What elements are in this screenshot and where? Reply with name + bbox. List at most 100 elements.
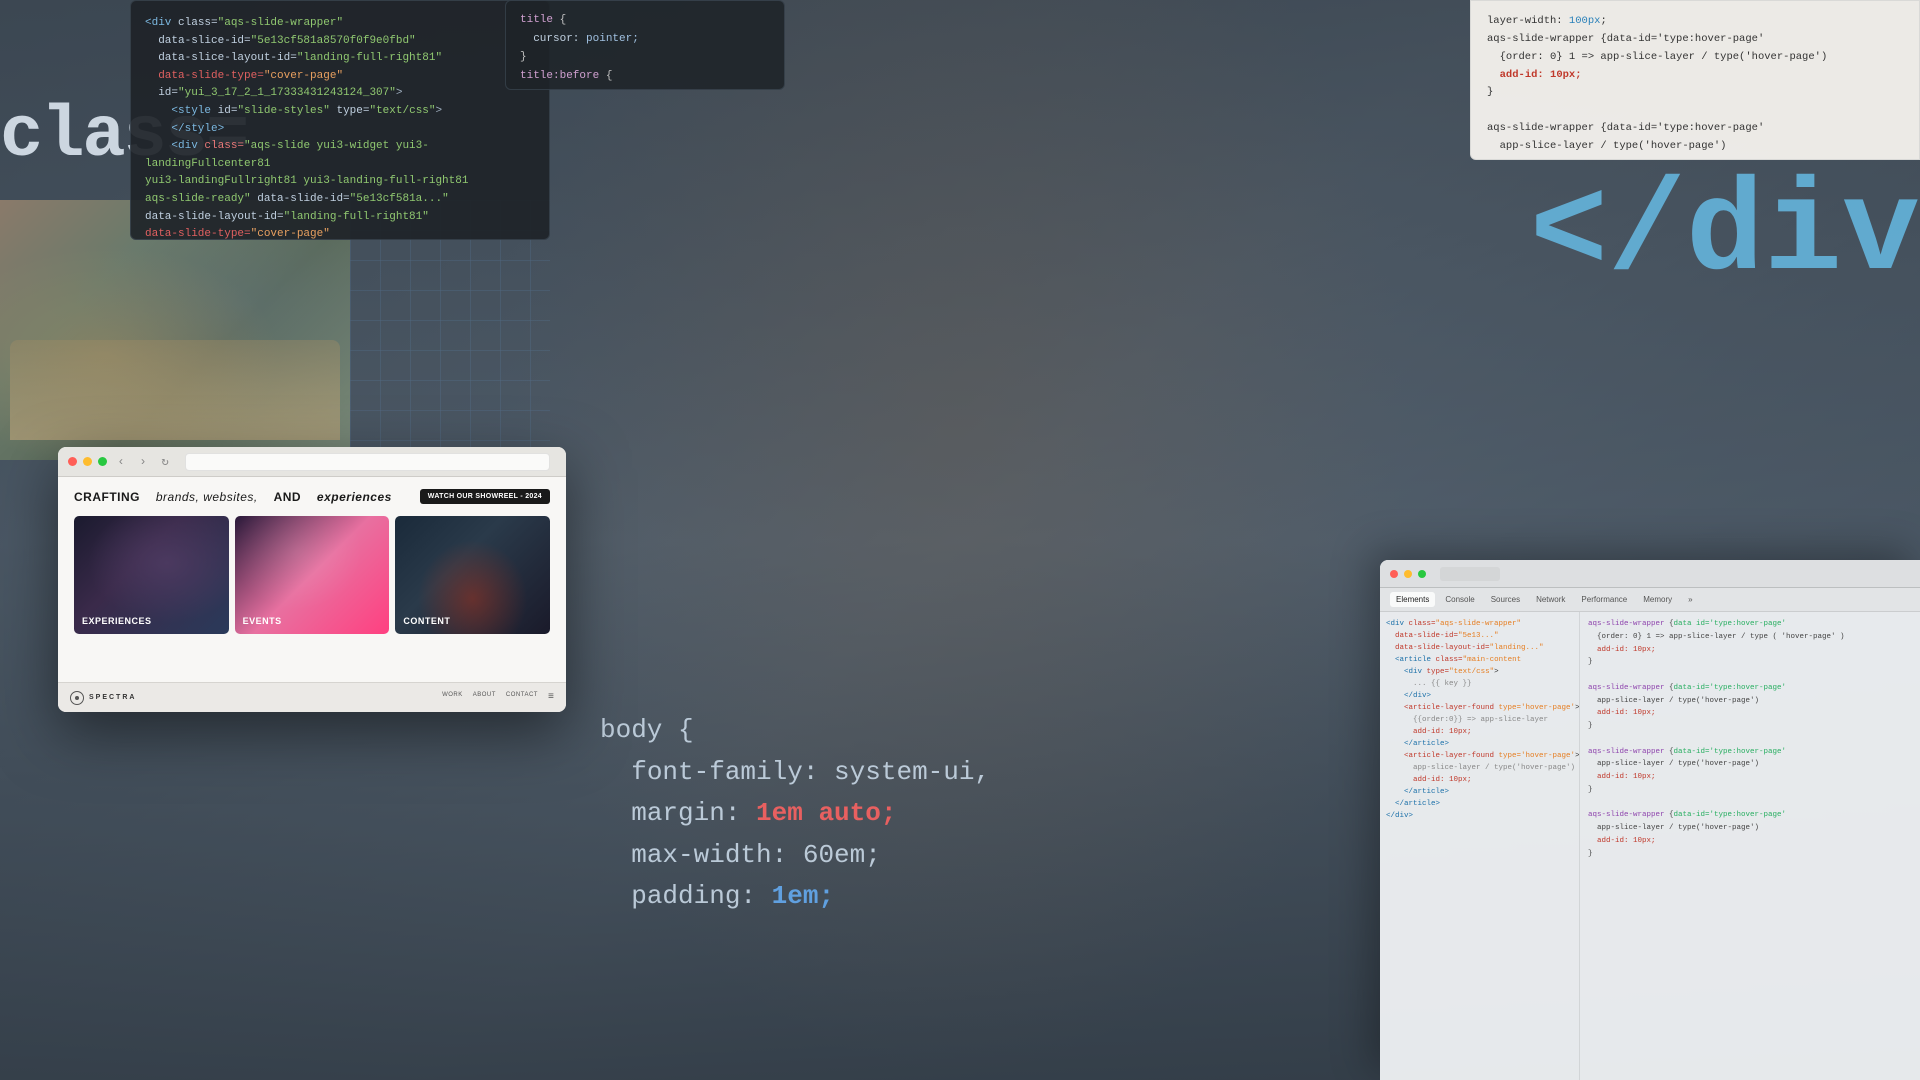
tr-line-1: layer-width: 100px; — [1487, 13, 1903, 31]
dt-line-14: add-id: 10px; — [1386, 774, 1573, 786]
code-line-6: <style id="slide-styles" type="text/css"… — [145, 103, 535, 121]
footer-nav-contact[interactable]: CONTACT — [506, 692, 538, 703]
browser-chrome: ‹ › ↻ — [58, 447, 566, 477]
dr-line-5 — [1588, 669, 1912, 682]
dr-line-17: app-slice-layer / type('hover-page') — [1588, 822, 1912, 835]
dt-line-13: app-slice-layer / type('hover-page') — [1386, 762, 1573, 774]
css-line-1: title { — [520, 11, 770, 30]
card-experiences[interactable]: EXPERIENCES — [74, 516, 229, 634]
code-line-7: </style> — [145, 121, 535, 139]
devtools-tab-elements[interactable]: Elements — [1390, 592, 1435, 607]
devtools-dot-green[interactable] — [1418, 570, 1426, 578]
dt-line-1: <div class="aqs-slide-wrapper" — [1386, 618, 1573, 630]
code-line-9: yui3-landingFullright81 yui3-landing-ful… — [145, 173, 535, 191]
css-bottom-font-family: font-family: system-ui, — [600, 752, 1120, 794]
devtools-tab-console[interactable]: Console — [1439, 592, 1480, 607]
css-bottom-selector: body { — [600, 710, 1120, 752]
dt-line-10: add-id: 10px; — [1386, 726, 1573, 738]
dr-line-18: add-id: 10px; — [1588, 835, 1912, 848]
code-line-4: data-slide-type="cover-page" — [145, 68, 535, 86]
dt-line-7: </div> — [1386, 690, 1573, 702]
browser-forward-button[interactable]: › — [135, 454, 151, 470]
dt-line-6: ... {{ key }} — [1386, 678, 1573, 690]
code-line-3: data-slice-layout-id="landing-full-right… — [145, 50, 535, 68]
devtools-addressbar[interactable] — [1440, 567, 1500, 581]
tr-line-5: } — [1487, 84, 1903, 102]
tagline-and: AND — [274, 490, 302, 504]
code-line-1: <div class="aqs-slide-wrapper" — [145, 15, 535, 33]
css-bottom-margin: margin: 1em auto; — [600, 793, 1120, 835]
browser-dot-red[interactable] — [68, 457, 77, 466]
devtools-tab-memory[interactable]: Memory — [1637, 592, 1678, 607]
code-line-2: data-slice-id="5e13cf581a8570f0f9e0fbd" — [145, 33, 535, 51]
css-code-bottom: body { font-family: system-ui, margin: 1… — [600, 710, 1120, 1080]
dt-line-8: <article-layer-found type='hover-page'> — [1386, 702, 1573, 714]
devtools-styles-panel: aqs-slide-wrapper {data id='type:hover-p… — [1580, 612, 1920, 1080]
furniture-element — [10, 340, 340, 440]
tagline-brands-websites: brands, websites, — [156, 490, 258, 504]
browser-refresh-button[interactable]: ↻ — [157, 454, 173, 470]
devtools-elements-panel: <div class="aqs-slide-wrapper" data-slid… — [1380, 612, 1580, 1080]
dr-line-1: aqs-slide-wrapper {data id='type:hover-p… — [1588, 618, 1912, 631]
tr-line-2: aqs-slide-wrapper {data-id='type:hover-p… — [1487, 31, 1903, 49]
dt-line-9: {{order:0}} => app-slice-layer — [1386, 714, 1573, 726]
browser-back-button[interactable]: ‹ — [113, 454, 129, 470]
browser-dot-yellow[interactable] — [83, 457, 92, 466]
dr-line-16: aqs-slide-wrapper {data-id='type:hover-p… — [1588, 809, 1912, 822]
card-events-label: EVENTS — [243, 616, 282, 626]
dr-line-15 — [1588, 797, 1912, 810]
devtools-tab-network[interactable]: Network — [1530, 592, 1571, 607]
css-line-2: cursor: pointer; — [520, 30, 770, 49]
dt-line-4: <article class="main-content — [1386, 654, 1573, 666]
dt-line-5: <div type="text/css"> — [1386, 666, 1573, 678]
footer-nav-work[interactable]: WORK — [442, 692, 463, 703]
css-bottom-padding: padding: 1em; — [600, 876, 1120, 918]
tr-line-8: app-slice-layer / type('hover-page') — [1487, 138, 1903, 156]
tr-line-7: aqs-slide-wrapper {data-id='type:hover-p… — [1487, 120, 1903, 138]
browser-content-area: CRAFTING brands, websites, AND experienc… — [58, 477, 566, 682]
dt-line-3: data-slide-layout-id="landing..." — [1386, 642, 1573, 654]
devtools-tab-sources[interactable]: Sources — [1485, 592, 1526, 607]
browser-footer: SPECTRA WORK ABOUT CONTACT ≡ — [58, 682, 566, 712]
devtools-tab-performance[interactable]: Performance — [1575, 592, 1633, 607]
footer-navigation: WORK ABOUT CONTACT ≡ — [442, 692, 554, 703]
dt-line-15: </article> — [1386, 786, 1573, 798]
dr-line-14: } — [1588, 784, 1912, 797]
dr-line-11: aqs-slide-wrapper {data-id='type:hover-p… — [1588, 746, 1912, 759]
devtools-dot-red[interactable] — [1390, 570, 1398, 578]
dr-line-10 — [1588, 733, 1912, 746]
browser-address-bar[interactable] — [185, 453, 550, 471]
showreel-button[interactable]: WATCH OUR SHOWREEL - 2024 — [420, 489, 550, 504]
browser-dot-green[interactable] — [98, 457, 107, 466]
css-line-3: } — [520, 48, 770, 67]
devtools-panel: Elements Console Sources Network Perform… — [1380, 560, 1920, 1080]
code-line-12: data-slide-type="cover-page" — [145, 226, 535, 240]
code-panel-topcenter: title { cursor: pointer; } title:before … — [505, 0, 785, 90]
tr-line-4: add-id: 10px; — [1487, 67, 1903, 85]
devtools-tab-more[interactable]: » — [1682, 592, 1698, 607]
dr-line-4: } — [1588, 656, 1912, 669]
devtools-tabs-bar: Elements Console Sources Network Perform… — [1380, 588, 1920, 612]
footer-nav-about[interactable]: ABOUT — [473, 692, 496, 703]
browser-mockup-main: ‹ › ↻ CRAFTING brands, websites, AND exp… — [58, 447, 566, 712]
tr-line-3: {order: 0} 1 => app-slice-layer / type('… — [1487, 49, 1903, 67]
css-bottom-max-width: max-width: 60em; — [600, 835, 1120, 877]
footer-logo-dot — [75, 696, 79, 700]
card-content-label: CONTENT — [403, 616, 450, 626]
footer-menu-icon[interactable]: ≡ — [548, 692, 554, 703]
code-line-10: aqs-slide-ready" data-slide-id="5e13cf58… — [145, 191, 535, 209]
dt-line-16: </article> — [1386, 798, 1573, 810]
devtools-dot-yellow[interactable] — [1404, 570, 1412, 578]
dt-line-17: </div> — [1386, 810, 1573, 822]
tagline-crafting: CRAFTING — [74, 490, 140, 504]
dr-line-12: app-slice-layer / type('hover-page') — [1588, 758, 1912, 771]
code-line-11: data-slide-layout-id="landing-full-right… — [145, 209, 535, 227]
dt-line-12: <article-layer-found type='hover-page'> — [1386, 750, 1573, 762]
code-panel-topright: layer-width: 100px; aqs-slide-wrapper {d… — [1470, 0, 1920, 160]
dt-line-2: data-slide-id="5e13..." — [1386, 630, 1573, 642]
card-content[interactable]: CONTENT — [395, 516, 550, 634]
card-events[interactable]: EVENTS — [235, 516, 390, 634]
tr-line-6 — [1487, 102, 1903, 120]
code-line-8: <div class="aqs-slide yui3-widget yui3-l… — [145, 138, 535, 173]
site-tagline: CRAFTING brands, websites, AND experienc… — [74, 489, 550, 504]
